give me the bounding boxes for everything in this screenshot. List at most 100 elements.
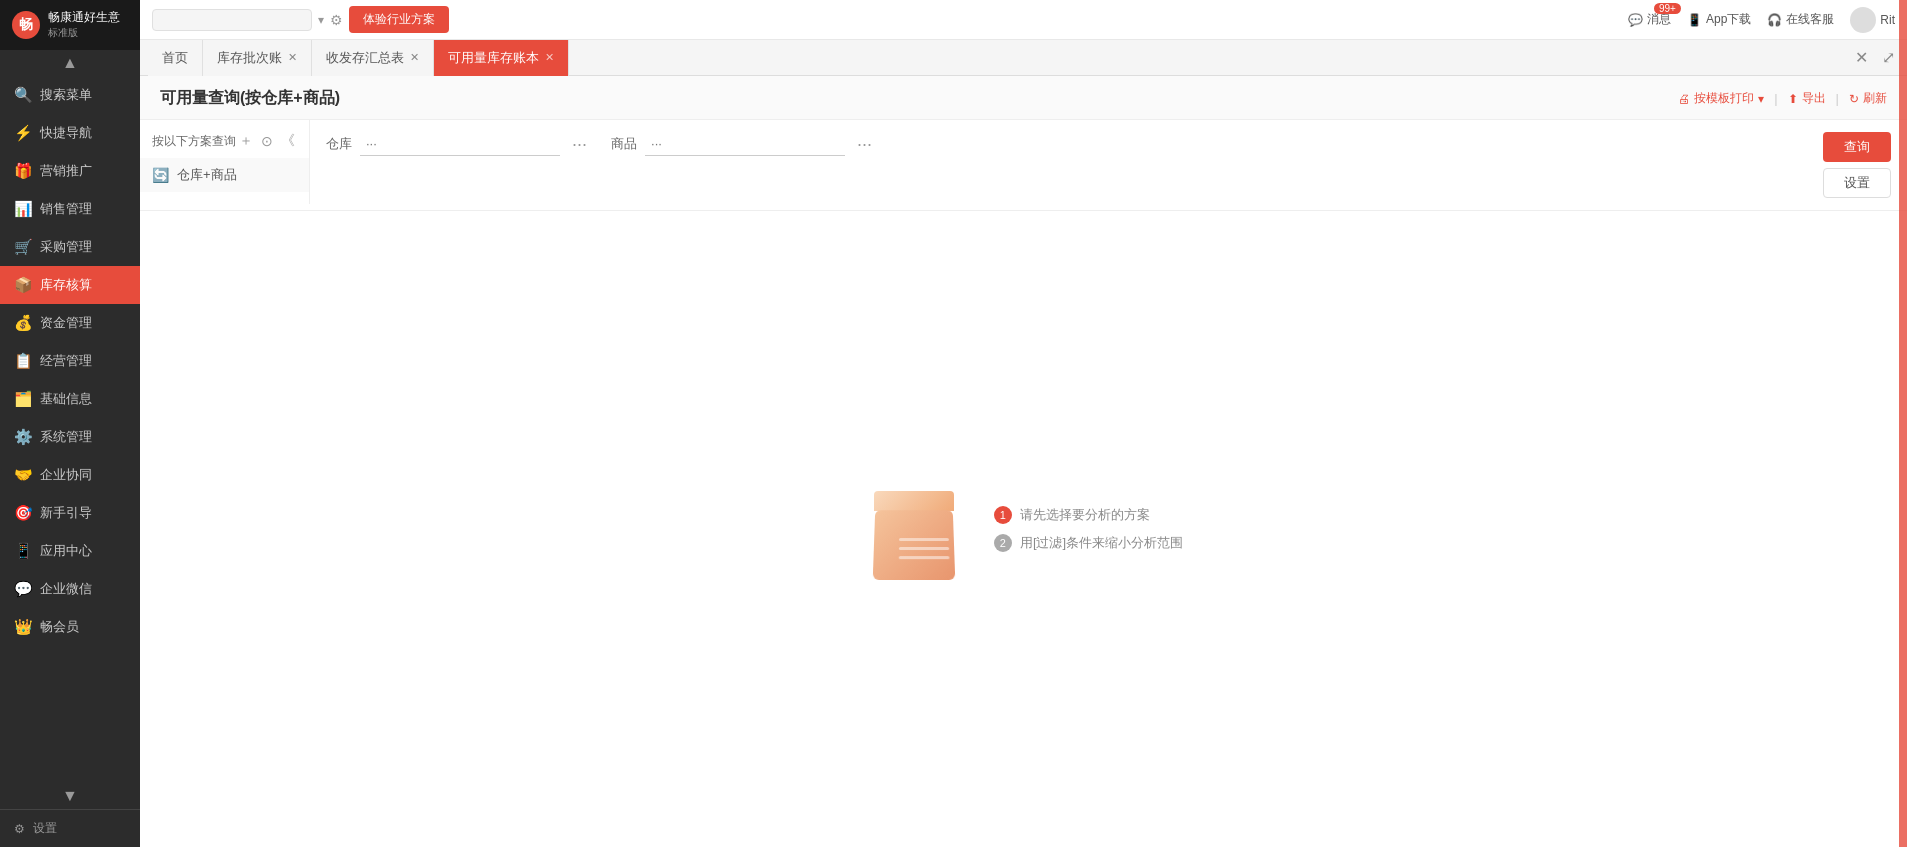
scheme-item-icon: 🔄 [152, 167, 169, 183]
sidebar-item-sales-mgmt[interactable]: 📊 销售管理 [0, 190, 140, 228]
sidebar-item-search[interactable]: 🔍 搜索菜单 [0, 76, 140, 114]
empty-box-line-1 [899, 538, 949, 541]
sidebar-item-purchase-mgmt[interactable]: 🛒 采购管理 [0, 228, 140, 266]
warehouse-input[interactable] [360, 132, 560, 156]
app-download-item[interactable]: 📱 App下载 [1687, 11, 1751, 28]
sidebar-item-label-enterprise-collab: 企业协同 [40, 466, 92, 484]
user-name-label: Rit [1880, 13, 1895, 27]
empty-number-2: 2 [994, 534, 1012, 552]
tabbar: 首页库存批次账✕收发存汇总表✕可用量库存账本✕ ✕ ⤢ [140, 40, 1907, 76]
sidebar-scroll-up[interactable]: ▲ [0, 50, 140, 76]
sidebar-item-basic-info[interactable]: 🗂️ 基础信息 [0, 380, 140, 418]
empty-number-1: 1 [994, 506, 1012, 524]
content-area: 可用量查询(按仓库+商品) 🖨 按模板打印 ▾ | ⬆ 导出 | ↻ 刷新 [140, 76, 1907, 847]
message-item[interactable]: 💬 消息 99+ [1628, 11, 1671, 28]
print-template-button[interactable]: 🖨 按模板打印 ▾ [1678, 90, 1764, 107]
sidebar-item-marketing-promo[interactable]: 🎁 营销推广 [0, 152, 140, 190]
query-button[interactable]: 查询 [1823, 132, 1891, 162]
empty-box-line-2 [899, 547, 949, 550]
message-icon: 💬 [1628, 13, 1643, 27]
print-icon: 🖨 [1678, 92, 1690, 106]
tab-maximize-button[interactable]: ⤢ [1878, 44, 1899, 71]
brand-sub: 标准版 [48, 26, 120, 40]
customer-service-label: 在线客服 [1786, 11, 1834, 28]
topbar-search-input[interactable] [152, 9, 312, 31]
sidebar-brand: 畅 畅康通好生意 标准版 [0, 0, 140, 50]
user-item[interactable]: Rit [1850, 7, 1895, 33]
product-more-button[interactable]: ··· [853, 134, 876, 155]
sidebar-item-icon-app-center: 📱 [14, 542, 32, 560]
sidebar-scroll-down[interactable]: ▼ [0, 783, 140, 809]
empty-box-line-3 [899, 556, 950, 559]
settings-button[interactable]: 设置 [1823, 168, 1891, 198]
refresh-label: 刷新 [1863, 90, 1887, 107]
sidebar-bottom-label: 设置 [33, 820, 57, 837]
print-label: 按模板打印 [1694, 90, 1754, 107]
sidebar-item-enterprise-collab[interactable]: 🤝 企业协同 [0, 456, 140, 494]
sidebar-item-icon-finance: 💰 [14, 314, 32, 332]
sidebar-item-operations[interactable]: 📋 经营管理 [0, 342, 140, 380]
sidebar-item-icon-sales-mgmt: 📊 [14, 200, 32, 218]
topbar-right: 💬 消息 99+ 📱 App下载 🎧 在线客服 Rit [1628, 7, 1895, 33]
collapse-scheme-button[interactable]: 《 [279, 132, 297, 150]
print-dropdown-icon[interactable]: ▾ [1758, 92, 1764, 106]
filter-sidebar-header: 按以下方案查询 ＋ ⊙ 《 [140, 132, 309, 158]
tab-collection-summary[interactable]: 收发存汇总表✕ [312, 40, 434, 76]
tab-close-window-button[interactable]: ✕ [1851, 44, 1872, 71]
topbar-dropdown-icon[interactable]: ▾ [318, 13, 324, 27]
sidebar-item-enterprise-wechat[interactable]: 💬 企业微信 [0, 570, 140, 608]
sidebar-item-onboarding[interactable]: 🎯 新手引导 [0, 494, 140, 532]
topbar-gear-icon[interactable]: ⚙ [330, 12, 343, 28]
add-scheme-button[interactable]: ＋ [237, 132, 255, 150]
manage-scheme-button[interactable]: ⊙ [259, 132, 275, 150]
sidebar-item-system-mgmt[interactable]: ⚙️ 系统管理 [0, 418, 140, 456]
tab-label-batch-account: 库存批次账 [217, 49, 282, 67]
app-download-icon: 📱 [1687, 13, 1702, 27]
message-badge: 99+ [1654, 3, 1681, 14]
sidebar-item-icon-enterprise-collab: 🤝 [14, 466, 32, 484]
filter-sidebar: 按以下方案查询 ＋ ⊙ 《 🔄 仓库+商品 [140, 120, 310, 204]
page-actions: 🖨 按模板打印 ▾ | ⬆ 导出 | ↻ 刷新 [1678, 90, 1887, 107]
scheme-item-warehouse-product[interactable]: 🔄 仓库+商品 [140, 158, 309, 192]
sidebar-item-icon-shortcut: ⚡ [14, 124, 32, 142]
tab-available-qty-ledger[interactable]: 可用量库存账本✕ [434, 40, 569, 76]
right-scrollbar[interactable] [1899, 0, 1907, 847]
customer-service-item[interactable]: 🎧 在线客服 [1767, 11, 1834, 28]
empty-text: 1 请先选择要分析的方案 2 用[过滤]条件来缩小分析范围 [994, 506, 1183, 552]
tab-actions: ✕ ⤢ [1851, 44, 1899, 71]
page-header: 可用量查询(按仓库+商品) 🖨 按模板打印 ▾ | ⬆ 导出 | ↻ 刷新 [140, 76, 1907, 120]
sidebar-item-app-center[interactable]: 📱 应用中心 [0, 532, 140, 570]
main-area: ▾ ⚙ 体验行业方案 💬 消息 99+ 📱 App下载 🎧 在线客服 Rit [140, 0, 1907, 847]
topbar: ▾ ⚙ 体验行业方案 💬 消息 99+ 📱 App下载 🎧 在线客服 Rit [140, 0, 1907, 40]
sidebar-item-shortcut[interactable]: ⚡ 快捷导航 [0, 114, 140, 152]
app-download-label: App下载 [1706, 11, 1751, 28]
sidebar: 畅 畅康通好生意 标准版 ▲ 🔍 搜索菜单 ⚡ 快捷导航 🎁 营销推广 📊 销售… [0, 0, 140, 847]
sidebar-item-label-search: 搜索菜单 [40, 86, 92, 104]
empty-hint-1-text: 请先选择要分析的方案 [1020, 506, 1150, 524]
tab-batch-account[interactable]: 库存批次账 ✕ [203, 40, 312, 76]
tab-close-batch-account[interactable]: ✕ [288, 51, 297, 64]
empty-box [873, 510, 956, 580]
sidebar-item-inventory[interactable]: 📦 库存核算 [0, 266, 140, 304]
empty-box-lines [899, 538, 950, 559]
export-icon: ⬆ [1788, 92, 1798, 106]
sidebar-item-label-basic-info: 基础信息 [40, 390, 92, 408]
sidebar-item-icon-enterprise-wechat: 💬 [14, 580, 32, 598]
tab-close-collection-summary[interactable]: ✕ [410, 51, 419, 64]
tab-close-available-qty-ledger[interactable]: ✕ [545, 51, 554, 64]
sidebar-bottom: ⚙ 设置 [0, 809, 140, 847]
sidebar-item-finance[interactable]: 💰 资金管理 [0, 304, 140, 342]
refresh-button[interactable]: ↻ 刷新 [1849, 90, 1887, 107]
product-input[interactable] [645, 132, 845, 156]
sidebar-item-icon-marketing-promo: 🎁 [14, 162, 32, 180]
sidebar-item-icon-inventory: 📦 [14, 276, 32, 294]
sidebar-item-label-operations: 经营管理 [40, 352, 92, 370]
sidebar-item-icon-onboarding: 🎯 [14, 504, 32, 522]
sidebar-item-membership[interactable]: 👑 畅会员 [0, 608, 140, 646]
sidebar-item-icon-system-mgmt: ⚙️ [14, 428, 32, 446]
export-button[interactable]: ⬆ 导出 [1788, 90, 1826, 107]
trial-industry-button[interactable]: 体验行业方案 [349, 6, 449, 33]
warehouse-more-button[interactable]: ··· [568, 134, 591, 155]
tab-home[interactable]: 首页 [148, 40, 203, 76]
empty-box-top [874, 491, 954, 511]
